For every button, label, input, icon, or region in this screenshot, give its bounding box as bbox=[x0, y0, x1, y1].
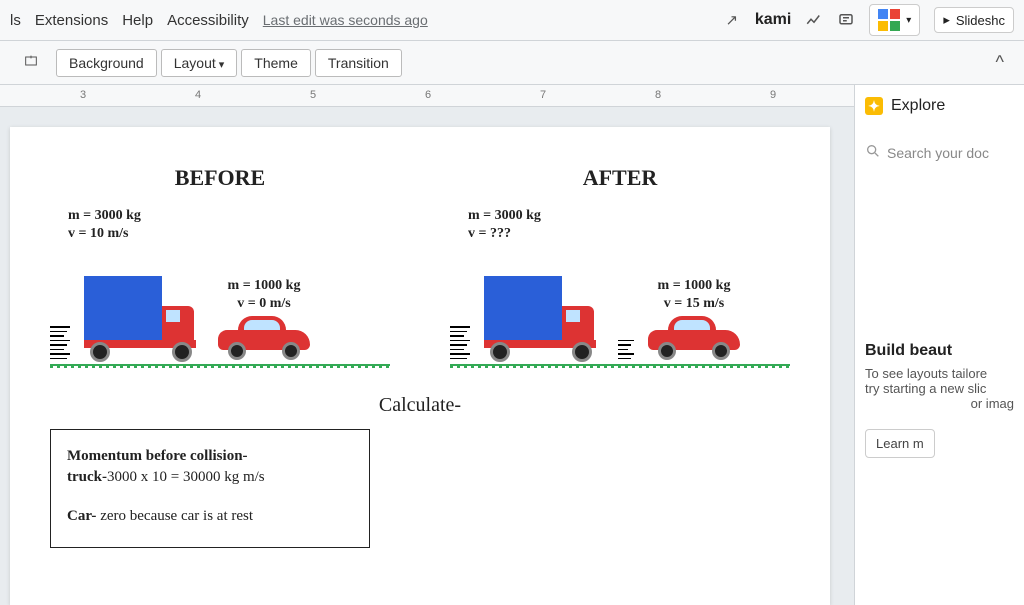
truck-before-velocity: v = 10 m/s bbox=[68, 225, 390, 243]
menu-tools-fragment[interactable]: ls bbox=[10, 12, 21, 29]
trend-icon[interactable] bbox=[805, 11, 823, 29]
last-edit-status[interactable]: Last edit was seconds ago bbox=[263, 12, 428, 28]
layout-button[interactable]: Layout▾ bbox=[161, 49, 238, 77]
truck-after-mass: m = 3000 kg bbox=[468, 207, 790, 225]
car-icon bbox=[648, 312, 740, 362]
motion-lines bbox=[618, 337, 634, 363]
collapse-toolbar-button[interactable]: ^ bbox=[996, 52, 1014, 73]
ruler-tick: 7 bbox=[540, 89, 546, 101]
slideshow-button[interactable]: ▸ Slideshc bbox=[934, 7, 1014, 33]
car-before-mass: m = 1000 kg bbox=[228, 277, 301, 295]
calc-line-1: Momentum before collision- bbox=[67, 448, 353, 465]
ruler-tick: 5 bbox=[310, 89, 316, 101]
menubar: ls Extensions Help Accessibility Last ed… bbox=[0, 0, 1024, 41]
before-scene: BEFORE m = 3000 kg v = 10 m/s bbox=[50, 165, 390, 368]
truck-icon bbox=[84, 276, 204, 362]
car-before-velocity: v = 0 m/s bbox=[228, 295, 301, 313]
calc-line-2: truck-3000 x 10 = 30000 kg m/s bbox=[67, 469, 353, 486]
calculate-heading: Calculate- bbox=[50, 394, 790, 417]
background-button[interactable]: Background bbox=[56, 49, 157, 77]
ground-line bbox=[450, 364, 790, 368]
before-heading: BEFORE bbox=[50, 165, 390, 191]
ruler-tick: 9 bbox=[770, 89, 776, 101]
truck-after-velocity: v = ??? bbox=[468, 225, 790, 243]
truck-icon bbox=[484, 276, 604, 362]
slideshow-label: Slideshc bbox=[956, 13, 1005, 28]
calculation-box: Momentum before collision- truck-3000 x … bbox=[50, 429, 370, 548]
explore-search-placeholder: Search your doc bbox=[887, 145, 989, 161]
explore-search[interactable]: Search your doc bbox=[865, 143, 1014, 162]
truck-before-mass: m = 3000 kg bbox=[68, 207, 390, 225]
search-icon bbox=[865, 143, 881, 162]
open-external-icon: ↗ bbox=[723, 11, 741, 29]
ruler-tick: 6 bbox=[425, 89, 431, 101]
car-after-velocity: v = 15 m/s bbox=[658, 295, 731, 313]
chevron-down-icon: ▾ bbox=[219, 59, 225, 71]
explore-promo-line: or imag bbox=[865, 396, 1014, 411]
menu-extensions[interactable]: Extensions bbox=[35, 12, 108, 29]
explore-title: Explore bbox=[891, 97, 945, 115]
ruler-tick: 3 bbox=[80, 89, 86, 101]
play-icon: ▸ bbox=[943, 12, 950, 28]
new-slide-button[interactable] bbox=[10, 47, 52, 78]
after-heading: AFTER bbox=[450, 165, 790, 191]
layout-label: Layout bbox=[174, 55, 216, 71]
motion-lines bbox=[450, 323, 470, 362]
menu-accessibility[interactable]: Accessibility bbox=[167, 12, 249, 29]
ground-line bbox=[50, 364, 390, 368]
ruler-tick: 8 bbox=[655, 89, 661, 101]
after-scene: AFTER m = 3000 kg v = ??? bbox=[450, 165, 790, 368]
theme-button[interactable]: Theme bbox=[241, 49, 311, 77]
motion-lines bbox=[50, 323, 70, 362]
explore-promo-title: Build beaut bbox=[865, 342, 1014, 360]
explore-plus-icon: ✦ bbox=[865, 97, 883, 115]
comments-icon[interactable] bbox=[837, 11, 855, 29]
menu-help[interactable]: Help bbox=[122, 12, 153, 29]
explore-promo-line: To see layouts tailore bbox=[865, 366, 1014, 381]
explore-panel: ✦ Explore Search your doc Build beaut To… bbox=[854, 85, 1024, 605]
kami-extension-label[interactable]: kami bbox=[755, 11, 791, 29]
horizontal-ruler: 3 4 5 6 7 8 9 bbox=[0, 85, 854, 107]
car-after-mass: m = 1000 kg bbox=[658, 277, 731, 295]
slide-toolbar: Background Layout▾ Theme Transition ^ bbox=[0, 41, 1024, 85]
calc-line-3: Car- zero because car is at rest bbox=[67, 508, 353, 525]
explore-promo-line: try starting a new slic bbox=[865, 381, 1014, 396]
meet-icon bbox=[878, 9, 900, 31]
slide-canvas[interactable]: BEFORE m = 3000 kg v = 10 m/s bbox=[10, 127, 830, 605]
transition-button[interactable]: Transition bbox=[315, 49, 402, 77]
learn-more-button[interactable]: Learn m bbox=[865, 429, 935, 458]
car-icon bbox=[218, 312, 310, 362]
google-meet-button[interactable]: ▾ bbox=[869, 4, 920, 36]
ruler-tick: 4 bbox=[195, 89, 201, 101]
